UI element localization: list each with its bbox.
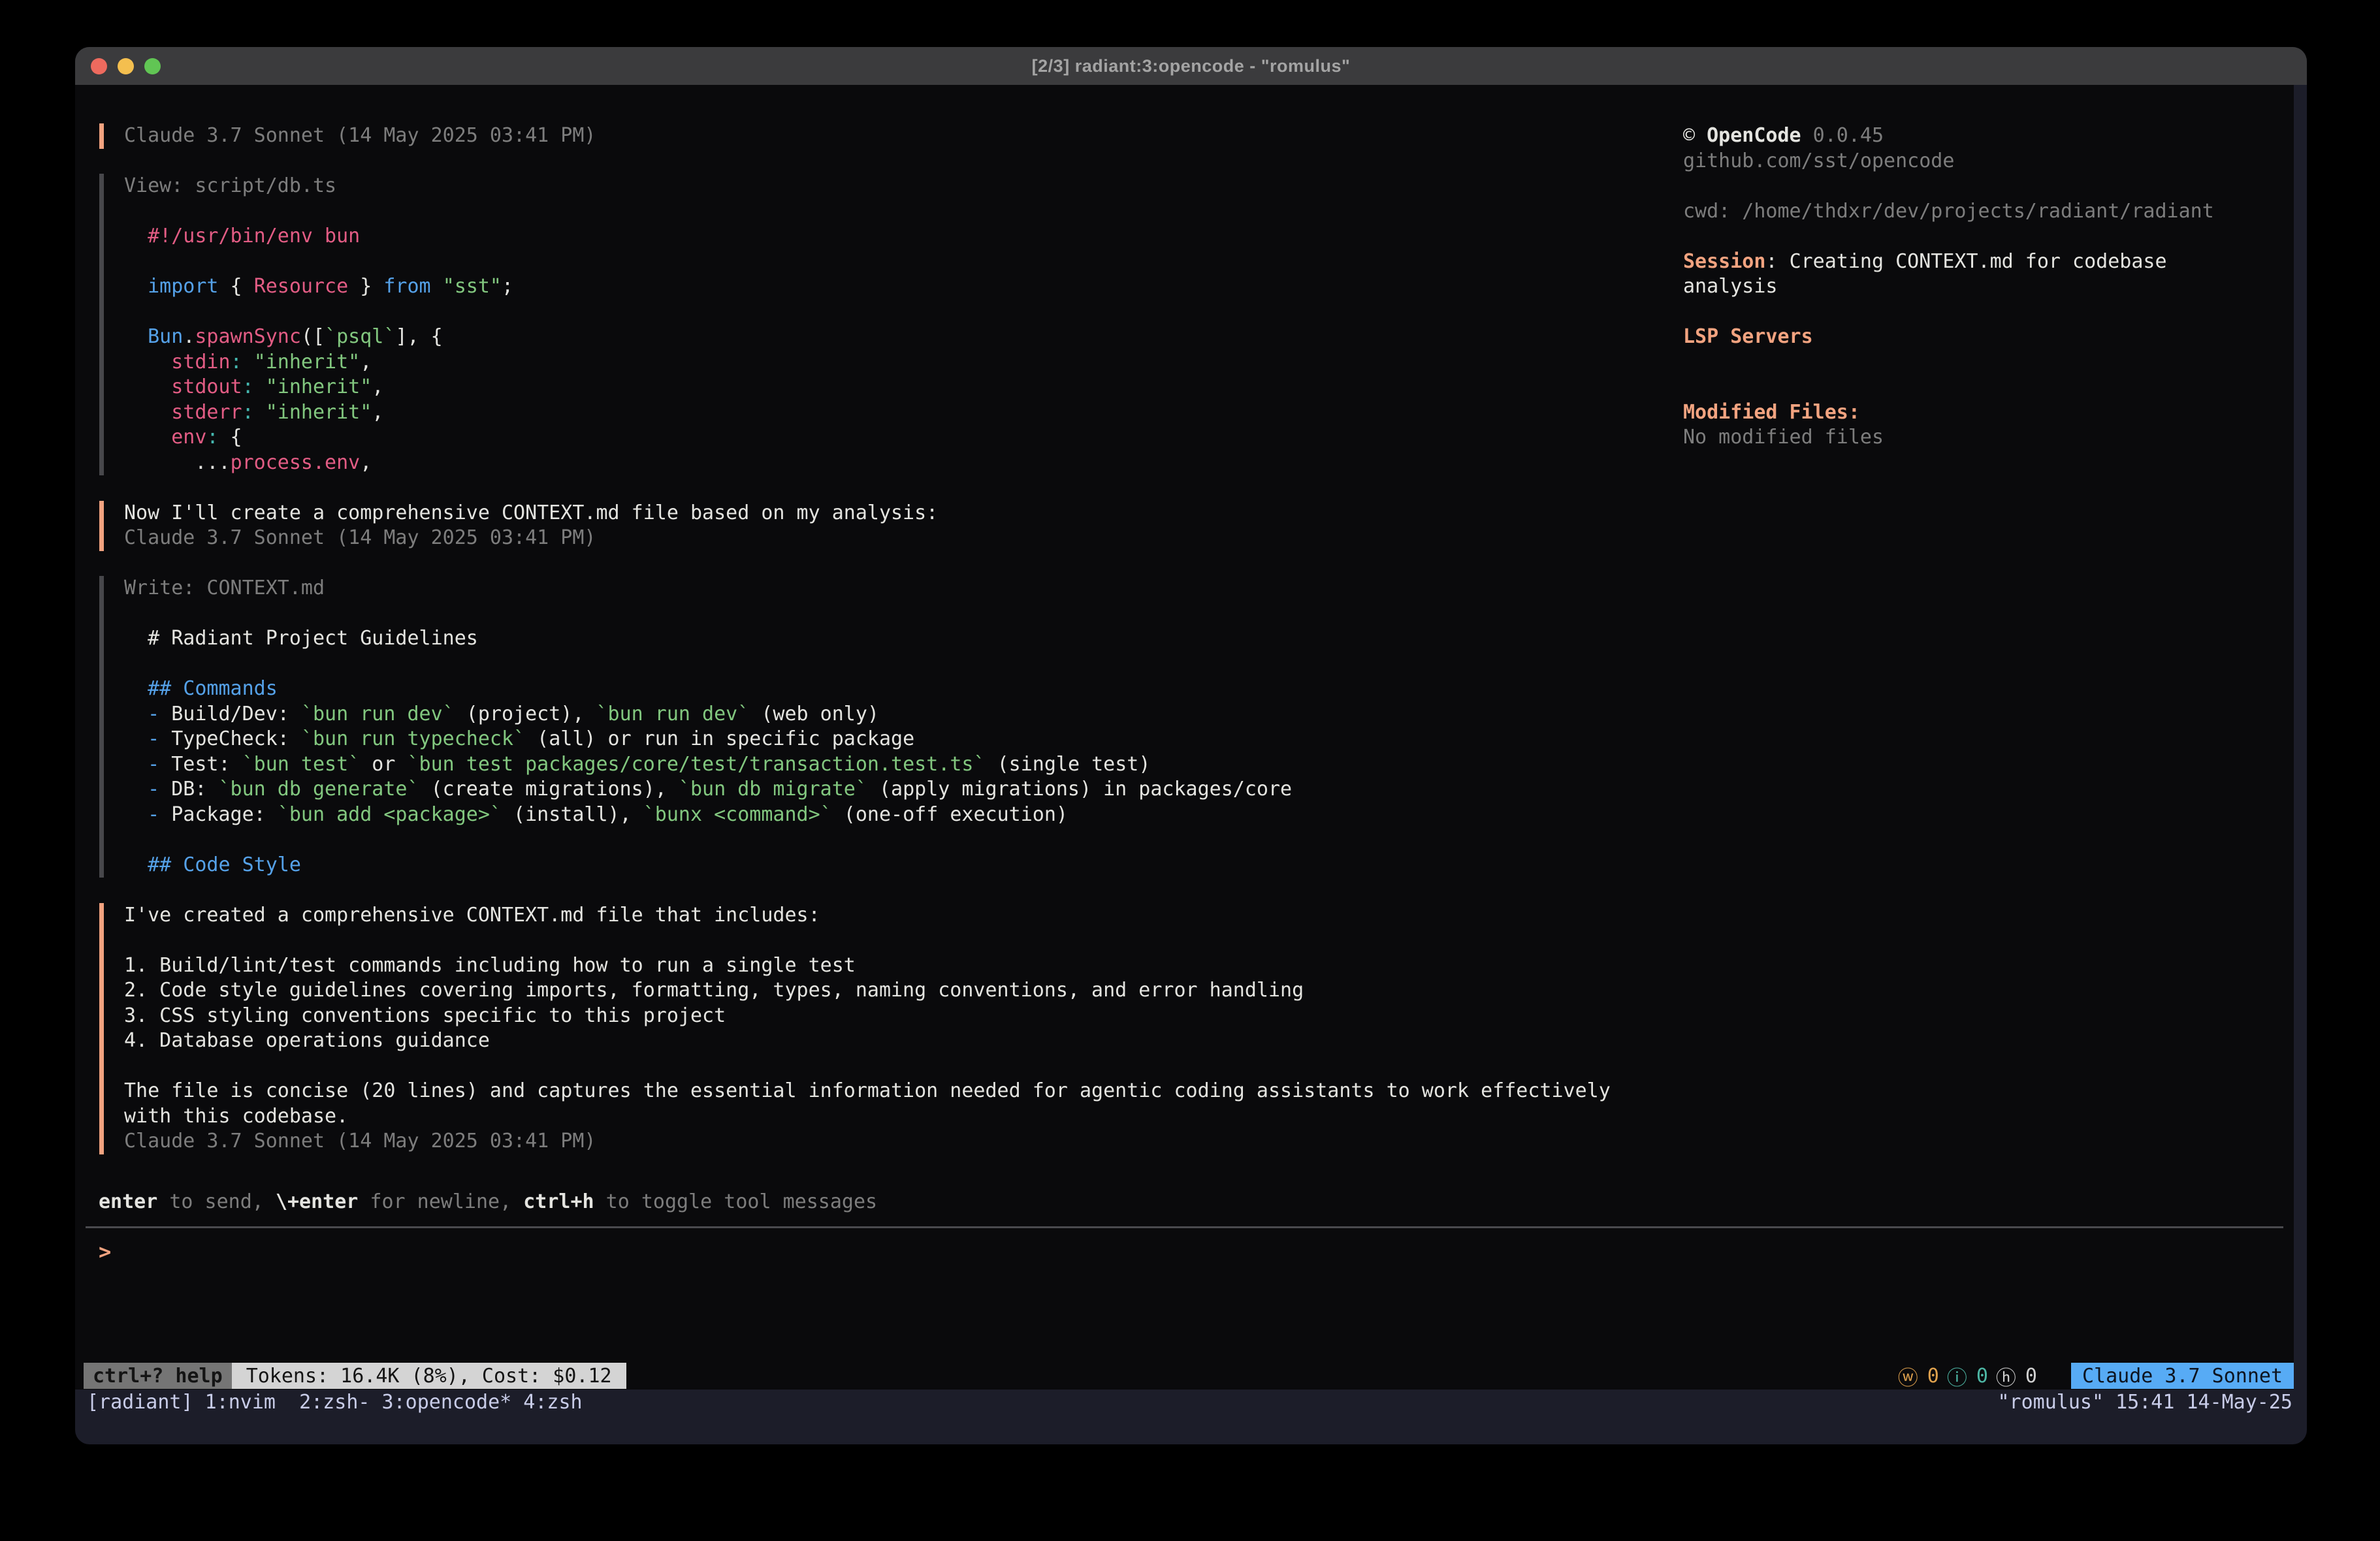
chat-line: Now I'll create a comprehensive CONTEXT.… xyxy=(124,501,1611,526)
chat-line xyxy=(124,249,1611,275)
chat-line: - Build/Dev: `bun run dev` (project), `b… xyxy=(124,702,1611,727)
chat-line: stdin: "inherit", xyxy=(124,350,1611,375)
chat-line: Claude 3.7 Sonnet (14 May 2025 03:41 PM) xyxy=(124,526,1611,551)
chat-line: 1. Build/lint/test commands including ho… xyxy=(124,953,1611,979)
tmux-host-clock: "romulus" 15:41 14-May-25 xyxy=(1997,1390,2292,1416)
chat-line: View: script/db.ts xyxy=(124,174,1611,199)
chat-line xyxy=(124,928,1611,953)
prompt-symbol: > xyxy=(99,1239,111,1264)
tmux-status-bar: [radiant] 1:nvim 2:zsh- 3:opencode* 4:zs… xyxy=(75,1390,2307,1416)
chat-line: import { Resource } from "sst"; xyxy=(124,274,1611,300)
model-badge[interactable]: Claude 3.7 Sonnet xyxy=(2071,1363,2294,1389)
session-sidebar: © OpenCode 0.0.45github.com/sst/opencode… xyxy=(1683,123,2238,451)
chat-line: Bun.spawnSync([`psql`], { xyxy=(124,325,1611,350)
warnings-counter: 0 xyxy=(1927,1365,1939,1388)
chat-line: ## Code Style xyxy=(124,853,1611,878)
tokens-cost-badge: Tokens: 16.4K (8%), Cost: $0.12 xyxy=(232,1363,626,1389)
close-window-button[interactable] xyxy=(91,58,107,74)
keybind-help-line: enter to send, \+enter for newline, ctrl… xyxy=(99,1190,877,1215)
titlebar: [2/3] radiant:3:opencode - "romulus" xyxy=(75,47,2307,85)
chat-line: - Package: `bun add <package>` (install)… xyxy=(124,802,1611,828)
sidebar-line xyxy=(1683,300,2238,325)
sidebar-line xyxy=(1683,224,2238,249)
chat-line: Claude 3.7 Sonnet (14 May 2025 03:41 PM) xyxy=(124,1129,1611,1154)
help-shortcut-badge: ctrl+? help xyxy=(84,1363,232,1389)
sidebar-line: Session: Creating CONTEXT.md for codebas… xyxy=(1683,249,2238,275)
window-title: [2/3] radiant:3:opencode - "romulus" xyxy=(1032,56,1351,76)
chat-line: ## Commands xyxy=(124,676,1611,702)
chat-line: Write: CONTEXT.md xyxy=(124,576,1611,601)
chat-line xyxy=(124,827,1611,853)
sidebar-line: github.com/sst/opencode xyxy=(1683,149,2238,174)
chat-line: with this codebase. xyxy=(124,1104,1611,1130)
chat-line: Claude 3.7 Sonnet (14 May 2025 03:41 PM) xyxy=(124,123,1611,149)
sidebar-line: No modified files xyxy=(1683,425,2238,451)
minimize-window-button[interactable] xyxy=(118,58,134,74)
chat-transcript: Claude 3.7 Sonnet (14 May 2025 03:41 PM)… xyxy=(99,123,1611,1179)
info-counter: 0 xyxy=(1976,1365,1988,1388)
chat-line xyxy=(124,199,1611,225)
chat-line: stderr: "inherit", xyxy=(124,400,1611,426)
tool-output-block: Write: CONTEXT.md # Radiant Project Guid… xyxy=(99,576,1611,878)
chat-line: #!/usr/bin/env bun xyxy=(124,224,1611,249)
traffic-lights xyxy=(91,47,161,85)
terminal-window: [2/3] radiant:3:opencode - "romulus" Cla… xyxy=(75,47,2307,1444)
sidebar-line: Modified Files: xyxy=(1683,400,2238,426)
chat-line xyxy=(124,601,1611,627)
assistant-message: Claude 3.7 Sonnet (14 May 2025 03:41 PM) xyxy=(99,123,1611,149)
prompt-input[interactable]: > xyxy=(99,1239,111,1265)
zoom-window-button[interactable] xyxy=(144,58,161,74)
chat-line: 3. CSS styling conventions specific to t… xyxy=(124,1004,1611,1029)
chat-line: env: { xyxy=(124,425,1611,451)
chat-line: 4. Database operations guidance xyxy=(124,1028,1611,1054)
assistant-message: Now I'll create a comprehensive CONTEXT.… xyxy=(99,501,1611,551)
chat-line: ...process.env, xyxy=(124,451,1611,476)
terminal-screen: Claude 3.7 Sonnet (14 May 2025 03:41 PM)… xyxy=(75,85,2294,1390)
input-separator xyxy=(86,1226,2283,1228)
sidebar-line xyxy=(1683,350,2238,375)
chat-line: # Radiant Project Guidelines xyxy=(124,626,1611,652)
help-line-text: enter to send, \+enter for newline, ctrl… xyxy=(99,1190,877,1215)
warnings-counter-icon: ⓦ xyxy=(1898,1361,1918,1391)
chat-line xyxy=(124,300,1611,325)
tmux-session-windows[interactable]: [radiant] 1:nvim 2:zsh- 3:opencode* 4:zs… xyxy=(87,1390,583,1416)
chat-line xyxy=(124,1054,1611,1079)
sidebar-line: LSP Servers xyxy=(1683,325,2238,350)
info-counter-icon: ⓘ xyxy=(1947,1361,1967,1391)
sidebar-line xyxy=(1683,174,2238,199)
chat-line: I've created a comprehensive CONTEXT.md … xyxy=(124,903,1611,929)
chat-line: - TypeCheck: `bun run typecheck` (all) o… xyxy=(124,727,1611,752)
chat-line: 2. Code style guidelines covering import… xyxy=(124,978,1611,1004)
sidebar-line: analysis xyxy=(1683,274,2238,300)
chat-line: - Test: `bun test` or `bun test packages… xyxy=(124,752,1611,778)
diagnostics-counters: ⓦ 0 ⓘ 0 ⓗ 0 xyxy=(1898,1363,2045,1389)
sidebar-line: © OpenCode 0.0.45 xyxy=(1683,123,2238,149)
chat-line xyxy=(124,652,1611,677)
status-bar: ctrl+? help Tokens: 16.4K (8%), Cost: $0… xyxy=(84,1363,2294,1389)
hints-counter-icon: ⓗ xyxy=(1996,1361,2016,1391)
statusbar-spacer xyxy=(626,1363,1898,1389)
sidebar-line: cwd: /home/thdxr/dev/projects/radiant/ra… xyxy=(1683,199,2238,225)
tool-output-block: View: script/db.ts #!/usr/bin/env bun im… xyxy=(99,174,1611,475)
hints-counter: 0 xyxy=(2025,1365,2037,1388)
chat-line: The file is concise (20 lines) and captu… xyxy=(124,1079,1611,1104)
chat-line: - DB: `bun db generate` (create migratio… xyxy=(124,777,1611,802)
assistant-message: I've created a comprehensive CONTEXT.md … xyxy=(99,903,1611,1154)
sidebar-line xyxy=(1683,375,2238,400)
chat-line: stdout: "inherit", xyxy=(124,375,1611,400)
